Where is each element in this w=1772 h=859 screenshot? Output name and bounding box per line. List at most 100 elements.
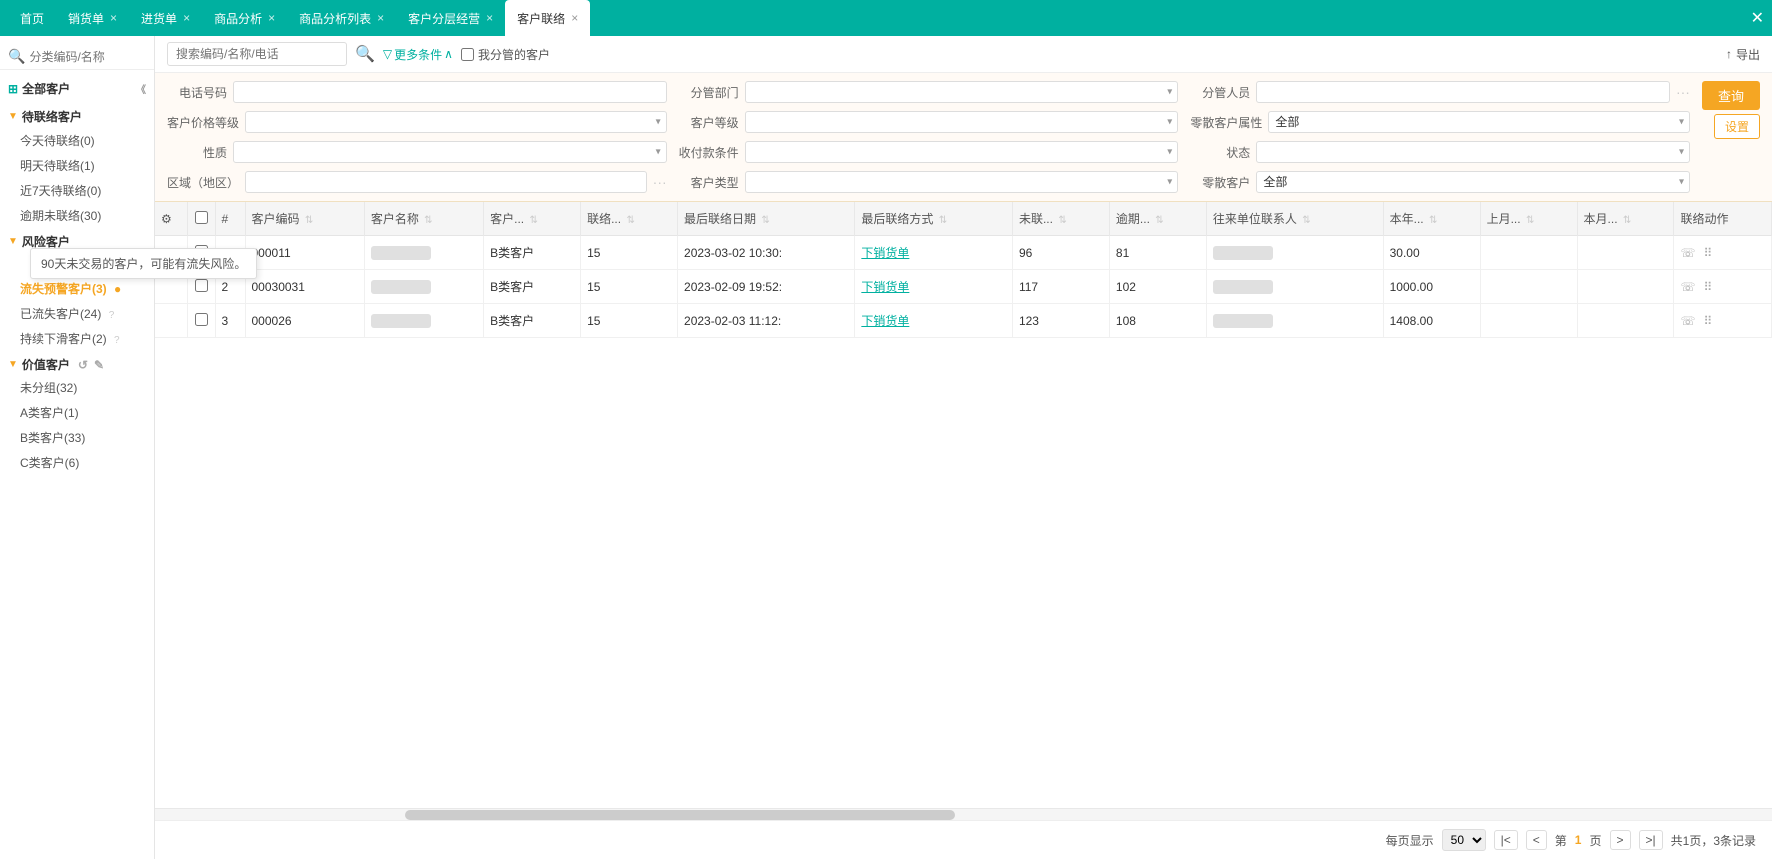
query-button[interactable]: 查询 (1702, 81, 1760, 110)
search-button[interactable]: 🔍 (355, 44, 375, 64)
phone-input[interactable] (233, 81, 667, 103)
tab-close-product-analysis[interactable]: × (268, 11, 275, 25)
col-code[interactable]: 客户编码 ⇅ (245, 202, 364, 236)
sidebar-group-value[interactable]: ▼ 价值客户 ↺ ✎ (0, 351, 154, 375)
zero-customer-select[interactable]: 全部 (1256, 171, 1690, 193)
zero-attr-select[interactable]: 全部 (1268, 111, 1690, 133)
filter-phone: 电话号码 (167, 81, 667, 103)
sidebar-item-ungrouped[interactable]: 未分组(32) (0, 375, 154, 400)
col-last-date[interactable]: 最后联络日期 ⇅ (678, 202, 855, 236)
col-unit-contact[interactable]: 往来单位联系人 ⇅ (1206, 202, 1383, 236)
row-select-checkbox[interactable] (195, 313, 208, 326)
sidebar-item-c-class[interactable]: C类客户(6) (0, 450, 154, 475)
row-last-date: 2023-02-09 19:52: (678, 270, 855, 304)
tab-home[interactable]: 首页 (8, 0, 56, 36)
tab-close-sales[interactable]: × (110, 11, 117, 25)
row-last-type[interactable]: 下销货单 (855, 304, 1013, 338)
action-more-icon[interactable]: ⠿ (1704, 280, 1713, 294)
row-action: ☏ ⠿ (1674, 304, 1772, 338)
sidebar-item-today[interactable]: 今天待联络(0) (0, 128, 154, 153)
sidebar-all-customers[interactable]: ⊞ 全部客户 《 (0, 74, 154, 103)
row-not-contacted: 117 (1012, 270, 1109, 304)
table-row: 1 000011 B类客户 15 2023-03-02 10:30: 下销货单 … (155, 236, 1772, 270)
sidebar-item-churn-warning[interactable]: 流失预警客户(3) ● (0, 276, 154, 301)
settings-button[interactable]: 设置 (1714, 114, 1760, 139)
sidebar-item-a-class[interactable]: A类客户(1) (0, 400, 154, 425)
tab-product-analysis[interactable]: 商品分析 × (202, 0, 287, 36)
row-checkbox (187, 304, 215, 338)
filter-person: 分管人员 ··· (1190, 81, 1690, 103)
sort-notcontacted-icon: ⇅ (1058, 215, 1066, 226)
col-not-contacted[interactable]: 未联... ⇅ (1012, 202, 1109, 236)
row-select-checkbox[interactable] (195, 279, 208, 292)
person-ellipsis[interactable]: ··· (1676, 84, 1690, 100)
prev-page-btn[interactable]: < (1526, 830, 1547, 850)
sidebar-item-overdue[interactable]: 逾期未联络(30) (0, 203, 154, 228)
gender-select[interactable] (233, 141, 667, 163)
sidebar-item-7days[interactable]: 近7天待联络(0) (0, 178, 154, 203)
sidebar-search-input[interactable] (29, 50, 146, 64)
col-name[interactable]: 客户名称 ⇅ (364, 202, 483, 236)
scrollbar-thumb[interactable] (405, 810, 955, 820)
action-contact-icon[interactable]: ☏ (1680, 280, 1695, 294)
sort-code-icon: ⇅ (305, 215, 313, 226)
customer-type-select[interactable] (745, 171, 1179, 193)
price-level-select[interactable] (245, 111, 667, 133)
col-last-type[interactable]: 最后联络方式 ⇅ (855, 202, 1013, 236)
person-input[interactable] (1256, 81, 1670, 103)
col-type[interactable]: 客户... ⇅ (484, 202, 581, 236)
arrow-pending: ▼ (8, 111, 18, 122)
page-size-select[interactable]: 50 (1442, 829, 1486, 851)
filter-price-level: 客户价格等级 (167, 111, 667, 133)
search-input[interactable] (167, 42, 347, 66)
tab-customer-contact[interactable]: 客户联络 × (505, 0, 590, 36)
row-not-contacted: 96 (1012, 236, 1109, 270)
tab-product-analysis-list[interactable]: 商品分析列表 × (287, 0, 396, 36)
col-last-month[interactable]: 上月... ⇅ (1480, 202, 1577, 236)
action-more-icon[interactable]: ⠿ (1704, 314, 1713, 328)
sidebar-item-churned[interactable]: 已流失客户(24) ? (0, 301, 154, 326)
dept-select[interactable] (745, 81, 1179, 103)
col-overdue[interactable]: 逾期... ⇅ (1109, 202, 1206, 236)
row-last-type[interactable]: 下销货单 (855, 236, 1013, 270)
next-page-btn[interactable]: > (1610, 830, 1631, 850)
region-input[interactable] (245, 171, 647, 193)
last-page-btn[interactable]: >| (1639, 830, 1663, 850)
col-settings[interactable]: ⚙ (155, 202, 187, 236)
row-name (364, 270, 483, 304)
close-window-btn[interactable]: ✕ (1751, 8, 1764, 28)
row-this-month (1577, 236, 1674, 270)
tab-close-purchase[interactable]: × (183, 11, 190, 25)
filter-status: 状态 (1190, 141, 1690, 163)
payment-select[interactable] (745, 141, 1179, 163)
sidebar-group-pending[interactable]: ▼ 待联络客户 (0, 103, 154, 128)
tab-customer-segment[interactable]: 客户分层经营 × (396, 0, 505, 36)
action-contact-icon[interactable]: ☏ (1680, 314, 1695, 328)
action-more-icon[interactable]: ⠿ (1704, 246, 1713, 260)
col-this-year[interactable]: 本年... ⇅ (1383, 202, 1480, 236)
tab-purchase[interactable]: 进货单 × (129, 0, 202, 36)
tab-close-customer-contact[interactable]: × (571, 11, 578, 25)
export-btn[interactable]: ↑ 导出 (1726, 46, 1760, 63)
col-contact[interactable]: 联络... ⇅ (581, 202, 678, 236)
horizontal-scrollbar[interactable] (155, 808, 1772, 820)
tab-close-customer-segment[interactable]: × (486, 11, 493, 25)
col-action: 联络动作 (1674, 202, 1772, 236)
tab-close-product-analysis-list[interactable]: × (377, 11, 384, 25)
sidebar: 🔍 ⊞ 全部客户 《 ▼ 待联络客户 今天待联络(0) 明天待联络(1) 近7天… (0, 36, 155, 859)
customer-level-select[interactable] (745, 111, 1179, 133)
my-customers-checkbox[interactable] (461, 48, 474, 61)
sidebar-item-declining[interactable]: 持续下滑客户(2) ? (0, 326, 154, 351)
more-conditions-btn[interactable]: ▽ 更多条件 ∧ (383, 46, 453, 63)
action-contact-icon[interactable]: ☏ (1680, 246, 1695, 260)
row-last-type[interactable]: 下销货单 (855, 270, 1013, 304)
sidebar-item-b-class[interactable]: B类客户(33) (0, 425, 154, 450)
select-all-checkbox[interactable] (195, 211, 208, 224)
tab-sales[interactable]: 销货单 × (56, 0, 129, 36)
status-select[interactable] (1256, 141, 1690, 163)
region-ellipsis[interactable]: ··· (653, 174, 667, 190)
col-this-month[interactable]: 本月... ⇅ (1577, 202, 1674, 236)
row-type: B类客户 (484, 270, 581, 304)
first-page-btn[interactable]: |< (1494, 830, 1518, 850)
sidebar-item-tomorrow[interactable]: 明天待联络(1) (0, 153, 154, 178)
